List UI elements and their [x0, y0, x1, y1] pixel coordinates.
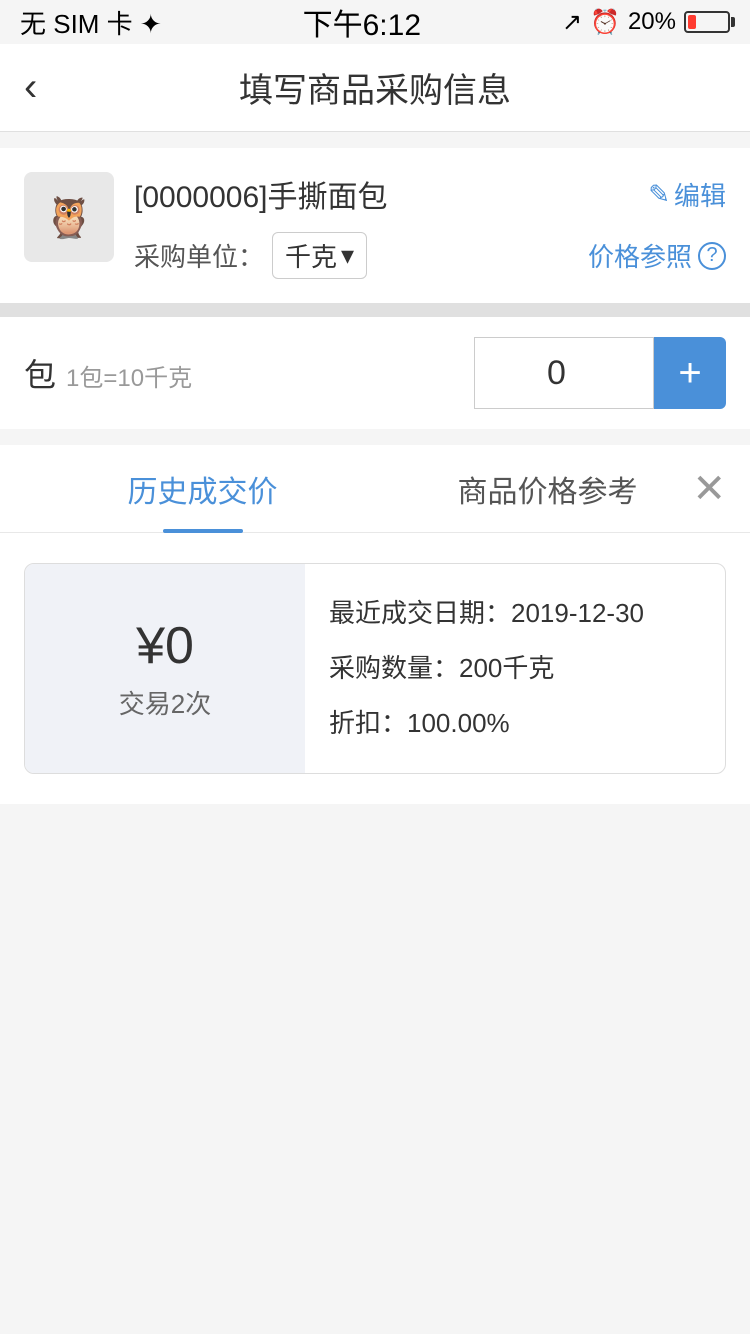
price-ref-label: 价格参照 — [588, 237, 692, 274]
detail-discount-value: 100.00% — [407, 708, 510, 738]
edit-icon: ✎ — [648, 179, 670, 210]
tab-section: 历史成交价 商品价格参考 ✕ ¥0 交易2次 最近成交日期：2019-12-30… — [0, 445, 750, 804]
no-sim-text: 无 SIM 卡 ✦ — [20, 4, 162, 41]
quantity-unit-label: 包 — [24, 350, 56, 396]
battery-fill — [688, 15, 696, 29]
tab-product-price-ref-label: 商品价格参考 — [458, 467, 638, 511]
transaction-card: ¥0 交易2次 最近成交日期：2019-12-30 采购数量：200千克 折扣：… — [24, 563, 726, 774]
product-title: 手撕面包 — [267, 181, 387, 214]
dropdown-arrow-icon: ▾ — [341, 240, 354, 271]
product-logo: 🦉 — [44, 194, 94, 241]
purchase-unit-label: 采购单位： — [134, 237, 264, 274]
tab-header: 历史成交价 商品价格参考 ✕ — [0, 445, 750, 533]
detail-discount-row: 折扣：100.00% — [329, 704, 701, 743]
status-time: 下午6:12 — [303, 0, 421, 44]
purchase-unit-row: 采购单位： 千克 ▾ 价格参照 ? — [134, 232, 726, 279]
transaction-count: 交易2次 — [119, 684, 211, 721]
unit-value: 千克 — [285, 237, 337, 274]
detail-date-row: 最近成交日期：2019-12-30 — [329, 594, 701, 633]
unit-select-dropdown[interactable]: 千克 ▾ — [272, 232, 367, 279]
detail-quantity-label: 采购数量： — [329, 653, 459, 683]
product-image: 🦉 — [24, 172, 114, 262]
quantity-label-group: 包 1包=10千克 — [24, 350, 192, 396]
tab-active-indicator — [163, 529, 243, 533]
product-name: [0000006]手撕面包 — [134, 172, 387, 216]
back-button[interactable]: ‹ — [24, 65, 37, 110]
quantity-section: 包 1包=10千克 + — [0, 317, 750, 429]
transaction-price: ¥0 — [136, 616, 194, 676]
edit-label: 编辑 — [674, 176, 726, 213]
tab-history-price-label: 历史成交价 — [128, 467, 278, 511]
status-left: 无 SIM 卡 ✦ — [20, 4, 162, 41]
alarm-icon: ⏰ — [590, 8, 620, 37]
product-id: [0000006] — [134, 181, 267, 214]
edit-button[interactable]: ✎ 编辑 — [648, 176, 726, 213]
location-icon: ↗ — [562, 8, 582, 37]
quantity-note: 1包=10千克 — [66, 358, 192, 393]
card-left: ¥0 交易2次 — [25, 564, 305, 773]
battery-percent: 20% — [628, 8, 676, 36]
status-bar: 无 SIM 卡 ✦ 下午6:12 ↗ ⏰ 20% — [0, 0, 750, 44]
nav-bar: ‹ 填写商品采购信息 — [0, 44, 750, 132]
product-name-row: [0000006]手撕面包 ✎ 编辑 — [134, 172, 726, 216]
tab-close-button[interactable]: ✕ — [692, 466, 726, 512]
detail-date-value: 2019-12-30 — [511, 598, 644, 628]
quantity-input[interactable] — [474, 337, 654, 409]
detail-discount-label: 折扣： — [329, 708, 407, 738]
status-right: ↗ ⏰ 20% — [562, 8, 730, 37]
section-divider — [0, 303, 750, 317]
detail-quantity-value: 200千克 — [459, 653, 554, 683]
card-area: ¥0 交易2次 最近成交日期：2019-12-30 采购数量：200千克 折扣：… — [0, 533, 750, 804]
quantity-plus-button[interactable]: + — [654, 337, 726, 409]
tab-history-price[interactable]: 历史成交价 — [30, 445, 375, 533]
battery-icon — [684, 11, 730, 33]
page-title: 填写商品采购信息 — [239, 63, 511, 112]
card-right: 最近成交日期：2019-12-30 采购数量：200千克 折扣：100.00% — [305, 564, 725, 773]
product-section: 🦉 [0000006]手撕面包 ✎ 编辑 采购单位： 千克 ▾ — [0, 148, 750, 303]
price-reference-button[interactable]: 价格参照 ? — [588, 237, 726, 274]
detail-quantity-row: 采购数量：200千克 — [329, 649, 701, 688]
product-info: [0000006]手撕面包 ✎ 编辑 采购单位： 千克 ▾ 价格参照 ? — [134, 172, 726, 279]
product-row: 🦉 [0000006]手撕面包 ✎ 编辑 采购单位： 千克 ▾ — [24, 172, 726, 279]
purchase-unit-left: 采购单位： 千克 ▾ — [134, 232, 367, 279]
tab-product-price-ref[interactable]: 商品价格参考 — [375, 445, 720, 533]
help-icon: ? — [698, 242, 726, 270]
detail-date-label: 最近成交日期： — [329, 598, 511, 628]
quantity-input-group: + — [474, 337, 726, 409]
